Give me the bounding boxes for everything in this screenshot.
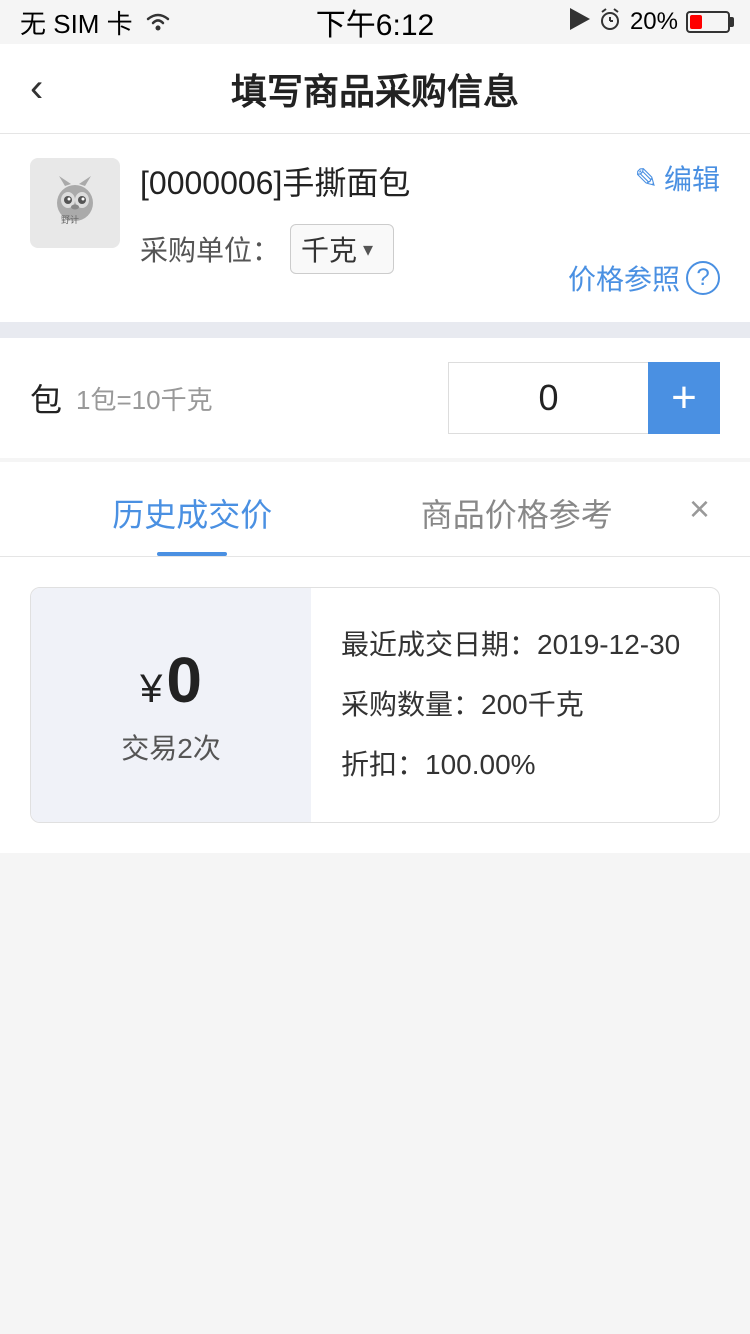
product-info: [0000006]手撕面包 采购单位： 千克 ▾ [140,158,410,274]
unit-dropdown-arrow: ▾ [363,237,373,262]
price-card-right: 最近成交日期：2019-12-30 采购数量：200千克 折扣：100.00% [311,588,719,822]
help-icon: ? [686,261,720,295]
section-divider [0,322,750,338]
edit-button[interactable]: ✎ 编辑 [635,158,720,198]
price-transaction-count: 交易2次 [121,727,221,767]
carrier-label: 无 SIM 卡 [20,4,133,41]
status-time: 下午6:12 [316,0,434,44]
alarm-icon [598,7,622,38]
price-amount: 0 [166,643,202,717]
price-card-left: ¥ 0 交易2次 [31,588,311,822]
recent-date-value: 2019-12-30 [537,629,680,660]
svg-text:野计: 野计 [61,214,79,225]
product-image: 野计 [30,158,120,248]
edit-icon: ✎ [635,162,658,195]
quantity-input-group: + [448,362,720,434]
recent-date-label: 最近成交日期： [341,629,537,660]
product-thumbnail-icon: 野计 [45,168,105,238]
status-bar: 无 SIM 卡 下午6:12 20% [0,0,750,44]
tab-history-price[interactable]: 历史成交价 [30,462,354,556]
product-card: 野计 [0000006]手撕面包 采购单位： 千克 ▾ ✎ 编辑 [0,134,750,322]
wifi-icon [143,7,173,38]
unit-label: 采购单位： [140,229,280,269]
purchase-qty-value: 200千克 [481,689,584,720]
main-content: 历史成交价 商品价格参考 × ¥ 0 交易2次 最近成交日期：2019-12-3… [0,462,750,1162]
tab-product-price-ref[interactable]: 商品价格参考 [354,462,678,556]
page-title: 填写商品采购信息 [231,63,519,115]
status-left: 无 SIM 卡 [20,4,173,41]
purchase-qty-row: 采购数量：200千克 [341,684,689,726]
battery-label: 20% [630,8,678,36]
quantity-unit-label: 包 [30,375,62,421]
tab-product-label: 商品价格参考 [421,497,613,533]
quantity-input[interactable] [448,362,648,434]
price-card-wrapper: ¥ 0 交易2次 最近成交日期：2019-12-30 采购数量：200千克 折扣… [0,557,750,853]
tab-bar: 历史成交价 商品价格参考 × [0,462,750,557]
price-card: ¥ 0 交易2次 最近成交日期：2019-12-30 采购数量：200千克 折扣… [30,587,720,823]
tab-close-button[interactable]: × [679,478,720,540]
edit-label: 编辑 [664,158,720,198]
product-top-row: 野计 [0000006]手撕面包 采购单位： 千克 ▾ ✎ 编辑 [30,158,720,298]
quantity-plus-button[interactable]: + [648,362,720,434]
quantity-sub-label: 1包=10千克 [76,380,213,417]
status-right: 20% [570,7,730,38]
discount-value: 100.00% [425,749,536,780]
purchase-qty-label: 采购数量： [341,689,481,720]
unit-select[interactable]: 千克 ▾ [290,224,394,274]
recent-date-row: 最近成交日期：2019-12-30 [341,624,689,666]
quantity-row: 包 1包=10千克 + [0,338,750,458]
battery-icon [686,11,730,33]
location-icon [570,8,590,37]
price-ref-button[interactable]: 价格参照 ? [568,258,720,298]
product-unit-row: 采购单位： 千克 ▾ [140,224,410,274]
discount-label: 折扣： [341,749,425,780]
product-name: [0000006]手撕面包 [140,158,410,204]
price-ref-label: 价格参照 [568,258,680,298]
discount-row: 折扣：100.00% [341,744,689,786]
product-left-section: 野计 [0000006]手撕面包 采购单位： 千克 ▾ [30,158,410,274]
quantity-left: 包 1包=10千克 [30,375,213,421]
back-button[interactable]: ‹ [30,66,43,111]
unit-value: 千克 [301,229,357,269]
nav-bar: ‹ 填写商品采购信息 [0,44,750,134]
tab-history-label: 历史成交价 [112,497,272,533]
price-currency: ¥ [140,667,162,712]
